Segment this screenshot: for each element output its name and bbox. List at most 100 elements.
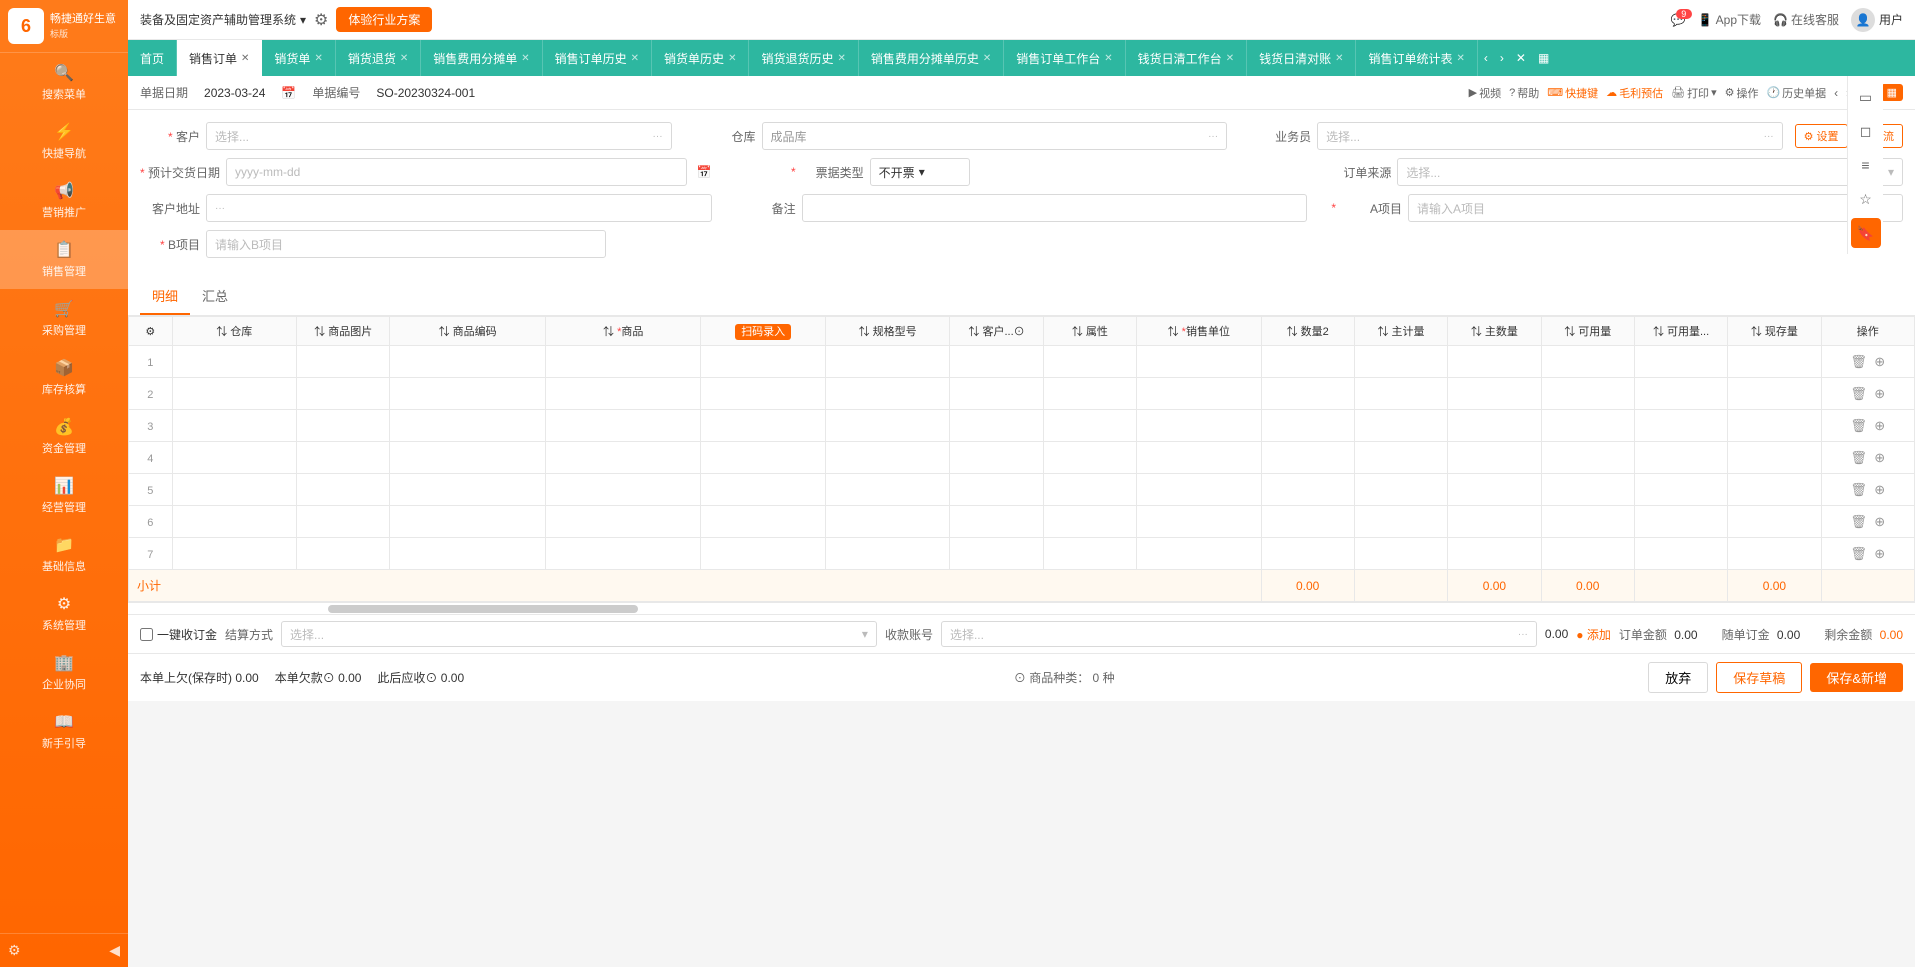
- tab-close-icon[interactable]: ✕: [837, 53, 845, 64]
- tab-stats[interactable]: 销售订单统计表 ✕: [1356, 40, 1477, 76]
- delete-row-btn[interactable]: 🗑: [1848, 544, 1869, 563]
- delete-row-btn[interactable]: 🗑: [1848, 416, 1869, 435]
- right-panel-btn-1[interactable]: ▭: [1851, 82, 1881, 112]
- settle-select[interactable]: 选择... ▾: [281, 621, 877, 647]
- tab-close-icon[interactable]: ✕: [400, 53, 408, 64]
- copy-row-btn[interactable]: ⊕: [1872, 384, 1887, 403]
- col-stock[interactable]: ⇅ 现存量: [1728, 317, 1821, 346]
- tab-close-icon[interactable]: ✕: [1335, 53, 1343, 64]
- tab-next-arrow[interactable]: ›: [1494, 40, 1510, 76]
- delete-row-btn[interactable]: 🗑: [1848, 480, 1869, 499]
- tab-sales-slip[interactable]: 销货单 ✕: [262, 40, 335, 76]
- tab-sales-return[interactable]: 销货退货 ✕: [336, 40, 421, 76]
- one-click-checkbox[interactable]: [140, 628, 153, 641]
- delivery-date-input[interactable]: yyyy-mm-dd: [226, 158, 687, 186]
- operate-btn[interactable]: ⚙ 操作: [1725, 85, 1759, 101]
- col-avail[interactable]: ⇅ 可用量: [1541, 317, 1634, 346]
- right-panel-btn-5[interactable]: 🔖: [1851, 218, 1881, 248]
- sidebar-item-search[interactable]: 🔍 搜索菜单: [0, 53, 128, 112]
- delete-row-btn[interactable]: 🗑: [1848, 352, 1869, 371]
- print-btn[interactable]: 🖨 打印 ▾: [1671, 85, 1717, 101]
- customer-input[interactable]: 选择... ···: [206, 122, 672, 150]
- col-main-qty[interactable]: ⇅ 主数量: [1448, 317, 1541, 346]
- sidebar-item-enterprise[interactable]: 🏢 企业协同: [0, 643, 128, 702]
- tab-close-icon[interactable]: ✕: [631, 53, 639, 64]
- col-code[interactable]: ⇅ 商品编码: [390, 317, 546, 346]
- copy-row-btn[interactable]: ⊕: [1872, 416, 1887, 435]
- tab-workbench[interactable]: 销售订单工作台 ✕: [1004, 40, 1125, 76]
- col-img[interactable]: ⇅ 商品图片: [297, 317, 390, 346]
- tab-fee-history[interactable]: 销售费用分摊单历史 ✕: [859, 40, 1004, 76]
- tab-daily-reconcile[interactable]: 钱货日清对账 ✕: [1247, 40, 1356, 76]
- project-a-input[interactable]: 请输入A项目: [1408, 194, 1903, 222]
- sidebar-item-inventory[interactable]: 📦 库存核算: [0, 348, 128, 407]
- tab-close-icon[interactable]: ✕: [1457, 53, 1465, 64]
- tab-return-history[interactable]: 销货退货历史 ✕: [749, 40, 858, 76]
- settings-bottom-icon[interactable]: ⚙: [8, 942, 21, 959]
- tab-close-icon[interactable]: ✕: [983, 53, 991, 64]
- tab-close-icon[interactable]: ✕: [1104, 53, 1112, 64]
- system-selector[interactable]: 装备及固定资产辅助管理系统 ▾: [140, 11, 306, 28]
- delete-row-btn[interactable]: 🗑: [1848, 512, 1869, 531]
- warehouse-input[interactable]: 成品库 ···: [762, 122, 1228, 150]
- settings-button[interactable]: ⚙ 设置: [1795, 124, 1848, 148]
- horizontal-scrollbar[interactable]: [328, 605, 638, 613]
- grid-layout-btn[interactable]: ▦: [1881, 84, 1903, 101]
- col-cust[interactable]: ⇅ 客户...⊙: [950, 317, 1043, 346]
- calendar-icon[interactable]: 📅: [281, 86, 296, 100]
- right-panel-btn-3[interactable]: ≡: [1851, 150, 1881, 180]
- scan-button[interactable]: 扫码录入: [735, 324, 791, 340]
- delete-row-btn[interactable]: 🗑: [1848, 448, 1869, 467]
- tab-close-icon[interactable]: ✕: [1226, 53, 1234, 64]
- tab-daily-workbench[interactable]: 钱货日清工作台 ✕: [1126, 40, 1247, 76]
- remark-input[interactable]: [802, 194, 1308, 222]
- tab-sales-order[interactable]: 销售订单 ✕: [177, 40, 262, 76]
- save-draft-button[interactable]: 保存草稿: [1716, 662, 1802, 693]
- nav-prev-icon[interactable]: ‹: [1834, 86, 1838, 100]
- bank-select[interactable]: 选择... ···: [941, 621, 1537, 647]
- sidebar-item-quick-nav[interactable]: ⚡ 快捷导航: [0, 112, 128, 171]
- col-scan[interactable]: 扫码录入: [701, 317, 825, 346]
- address-input[interactable]: ···: [206, 194, 712, 222]
- sidebar-item-operations[interactable]: 📊 经营管理: [0, 466, 128, 525]
- col-spec[interactable]: ⇅ 规格型号: [825, 317, 949, 346]
- tab-close-all[interactable]: ✕: [1510, 40, 1532, 76]
- calendar-icon[interactable]: 📅: [697, 165, 712, 179]
- gear-icon[interactable]: ⚙: [314, 10, 328, 30]
- col-product[interactable]: ⇅ *商品: [545, 317, 701, 346]
- col-avail2[interactable]: ⇅ 可用量...: [1634, 317, 1727, 346]
- staff-input[interactable]: 选择... ···: [1317, 122, 1783, 150]
- sidebar-item-system[interactable]: ⚙ 系统管理: [0, 584, 128, 643]
- tab-slip-history[interactable]: 销货单历史 ✕: [652, 40, 749, 76]
- copy-row-btn[interactable]: ⊕: [1872, 448, 1887, 467]
- copy-row-btn[interactable]: ⊕: [1872, 480, 1887, 499]
- user-menu[interactable]: 👤 用户: [1851, 8, 1903, 32]
- copy-row-btn[interactable]: ⊕: [1872, 512, 1887, 531]
- sidebar-item-marketing[interactable]: 📢 营销推广: [0, 171, 128, 230]
- profit-btn[interactable]: ☁ 毛利预估: [1606, 85, 1663, 101]
- order-source-input[interactable]: 选择... ▾: [1397, 158, 1903, 186]
- tab-expand-icon[interactable]: ▦: [1532, 40, 1555, 76]
- col-attr[interactable]: ⇅ 属性: [1043, 317, 1136, 346]
- sidebar-item-basic[interactable]: 📁 基础信息: [0, 525, 128, 584]
- tab-summary[interactable]: 汇总: [190, 278, 240, 315]
- tab-sales-fee[interactable]: 销售费用分摊单 ✕: [421, 40, 542, 76]
- message-badge[interactable]: 💬 9: [1671, 13, 1686, 27]
- sidebar-item-finance[interactable]: 💰 资金管理: [0, 407, 128, 466]
- view-btn[interactable]: ▶ 视频: [1469, 85, 1501, 101]
- tab-detail[interactable]: 明细: [140, 278, 190, 315]
- shortcut-btn[interactable]: ⌨ 快捷键: [1547, 85, 1598, 101]
- right-panel-btn-4[interactable]: ☆: [1851, 184, 1881, 214]
- copy-row-btn[interactable]: ⊕: [1872, 544, 1887, 563]
- copy-row-btn[interactable]: ⊕: [1872, 352, 1887, 371]
- save-new-button[interactable]: 保存&新增: [1810, 663, 1903, 692]
- sidebar-item-purchase[interactable]: 🛒 采购管理: [0, 289, 128, 348]
- tab-prev-arrow[interactable]: ‹: [1478, 40, 1494, 76]
- tab-close-icon[interactable]: ✕: [241, 53, 249, 64]
- tab-close-icon[interactable]: ✕: [728, 53, 736, 64]
- history-btn[interactable]: 🕐 历史单据: [1766, 85, 1826, 101]
- col-unit[interactable]: ⇅ *销售单位: [1137, 317, 1261, 346]
- right-panel-btn-2[interactable]: ◻: [1851, 116, 1881, 146]
- project-b-input[interactable]: 请输入B项目: [206, 230, 606, 258]
- discard-button[interactable]: 放弃: [1648, 662, 1708, 693]
